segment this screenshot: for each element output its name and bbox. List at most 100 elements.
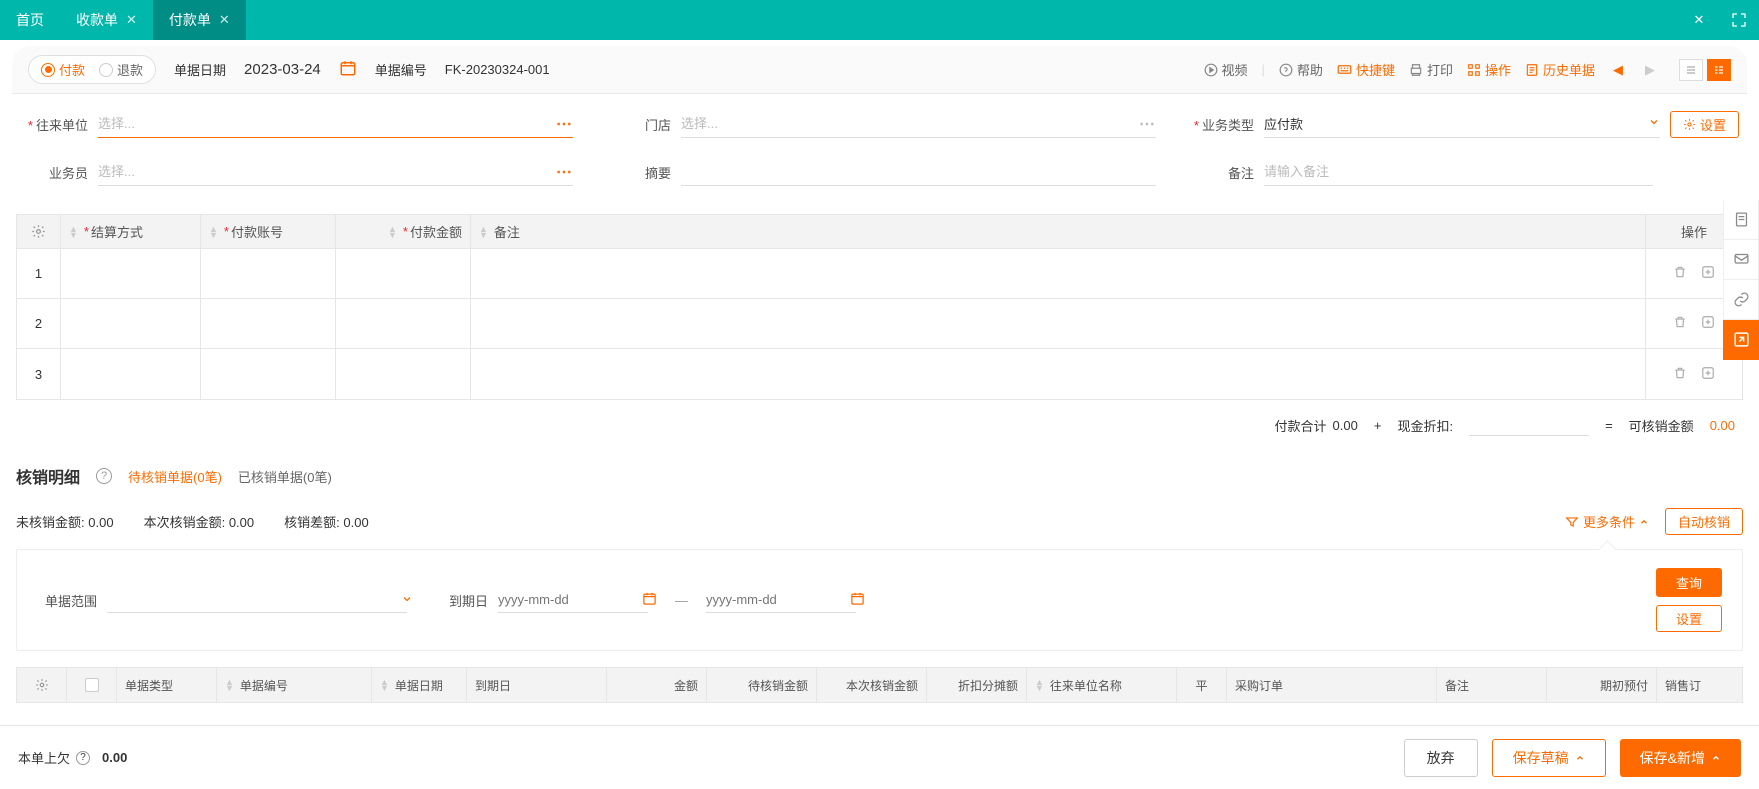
summary-input[interactable] [681,164,1156,179]
add-icon[interactable] [1701,315,1715,332]
radio-payment[interactable]: 付款 [41,60,85,79]
cell-account[interactable] [201,249,336,298]
auto-writeoff-button[interactable]: 自动核销 [1665,508,1743,535]
gear-icon[interactable] [17,668,67,702]
remark-input-wrap[interactable] [1264,158,1653,186]
avail-value: 0.00 [1710,418,1735,433]
cell-method[interactable] [61,349,201,399]
prev-arrow-icon[interactable]: ◀ [1609,62,1627,78]
cell-amount[interactable] [336,249,471,298]
store-input[interactable] [681,116,1139,131]
filter-box: 单据范围 到期日 — 查询 设置 [16,549,1743,651]
next-arrow-icon[interactable]: ▶ [1641,62,1659,78]
help-icon[interactable]: ? [76,751,90,765]
add-icon[interactable] [1701,265,1715,282]
salesperson-input-wrap[interactable]: ⋯ [98,158,573,186]
partner-input-wrap[interactable]: ⋯ [98,110,573,138]
history-link[interactable]: 历史单据 [1525,60,1595,79]
lookup-icon[interactable]: ⋯ [1139,114,1156,134]
wo-col-current[interactable]: 本次核销金额 [817,668,927,702]
lookup-icon[interactable]: ⋯ [556,162,573,182]
save-new-button[interactable]: 保存&新增 [1620,739,1741,777]
fullscreen-icon[interactable] [1719,0,1759,40]
cell-remark[interactable] [471,349,1646,399]
wo-col-remark[interactable]: 备注 [1437,668,1547,702]
save-draft-button[interactable]: 保存草稿 [1492,739,1606,777]
more-conditions[interactable]: 更多条件 [1565,512,1649,531]
col-method[interactable]: ▲▼*结算方式 [61,215,201,248]
summary-input-wrap[interactable] [681,158,1156,186]
wo-col-pre[interactable]: 期初预付 [1547,668,1657,702]
close-icon[interactable]: ✕ [126,12,137,28]
list-view-button[interactable] [1679,59,1703,81]
salesperson-input[interactable] [98,164,556,179]
wo-col-amount[interactable]: 金额 [607,668,707,702]
chevron-down-icon[interactable] [1648,116,1660,131]
partner-input[interactable] [98,116,556,131]
remark-input[interactable] [1264,164,1653,179]
wo-col-pending[interactable]: 待核销金额 [707,668,817,702]
sort-icon: ▲▼ [1035,679,1044,691]
due-from-input[interactable] [498,587,648,613]
col-amount[interactable]: ▲▼*付款金额 [336,215,471,248]
due-to-input[interactable] [706,587,856,613]
wo-col-po[interactable]: 采购订单 [1227,668,1437,702]
wo-col-no[interactable]: ▲▼单据编号 [217,668,372,702]
cell-method[interactable] [61,299,201,348]
chevron-down-icon[interactable] [401,593,413,608]
wo-col-disc[interactable]: 折扣分摊额 [927,668,1027,702]
bill-date-value: 2023-03-24 [244,61,321,78]
wo-col-sale[interactable]: 销售订 [1657,668,1742,702]
side-message-icon[interactable] [1723,240,1759,280]
wo-col-type[interactable]: 单据类型 [117,668,217,702]
cell-account[interactable] [201,299,336,348]
print-link[interactable]: 打印 [1409,60,1453,79]
tab-home[interactable]: 首页 [0,0,60,40]
delete-icon[interactable] [1673,366,1687,383]
cell-remark[interactable] [471,299,1646,348]
side-draft-icon[interactable] [1723,200,1759,240]
store-input-wrap[interactable]: ⋯ [681,110,1156,138]
tab-payment[interactable]: 付款单✕ [153,0,246,40]
query-button[interactable]: 查询 [1656,568,1722,597]
calendar-icon[interactable] [850,591,865,609]
abandon-button[interactable]: 放弃 [1404,739,1478,777]
add-icon[interactable] [1701,366,1715,383]
close-icon[interactable]: ✕ [219,12,230,28]
operation-link[interactable]: 操作 [1467,60,1511,79]
tab-pending[interactable]: 待核销单据(0笔) [128,467,222,486]
wo-col-due[interactable]: 到期日 [467,668,607,702]
delete-icon[interactable] [1673,265,1687,282]
side-link-icon[interactable] [1723,280,1759,320]
range-input[interactable] [107,587,407,613]
video-link[interactable]: 视频 [1204,60,1248,79]
calendar-icon[interactable] [642,591,657,609]
calendar-icon[interactable] [339,59,357,80]
tab-receipt[interactable]: 收款单✕ [60,0,153,40]
help-icon[interactable]: ? [96,468,112,484]
side-expand-icon[interactable] [1723,320,1759,360]
biz-type-input-wrap[interactable] [1264,110,1660,138]
cell-method[interactable] [61,249,201,298]
wo-col-unit[interactable]: ▲▼往来单位名称 [1027,668,1177,702]
wo-col-date[interactable]: ▲▼单据日期 [372,668,467,702]
select-all-checkbox[interactable] [67,668,117,702]
filter-setting-button[interactable]: 设置 [1656,605,1722,632]
shortcut-link[interactable]: 快捷键 [1337,60,1395,79]
gear-icon[interactable] [17,215,61,248]
cell-amount[interactable] [336,349,471,399]
col-remark[interactable]: ▲▼备注 [471,215,1646,248]
col-account[interactable]: ▲▼*付款账号 [201,215,336,248]
cell-account[interactable] [201,349,336,399]
wo-col-ping[interactable]: 平 [1177,668,1227,702]
close-window-icon[interactable]: ✕ [1679,0,1719,40]
cell-amount[interactable] [336,299,471,348]
help-link[interactable]: 帮助 [1279,60,1323,79]
tab-done[interactable]: 已核销单据(0笔) [238,467,332,486]
biz-type-input[interactable] [1264,116,1648,131]
lookup-icon[interactable]: ⋯ [556,114,573,134]
cash-disc-input[interactable] [1469,414,1589,436]
cell-remark[interactable] [471,249,1646,298]
delete-icon[interactable] [1673,315,1687,332]
radio-refund[interactable]: 退款 [99,60,143,79]
